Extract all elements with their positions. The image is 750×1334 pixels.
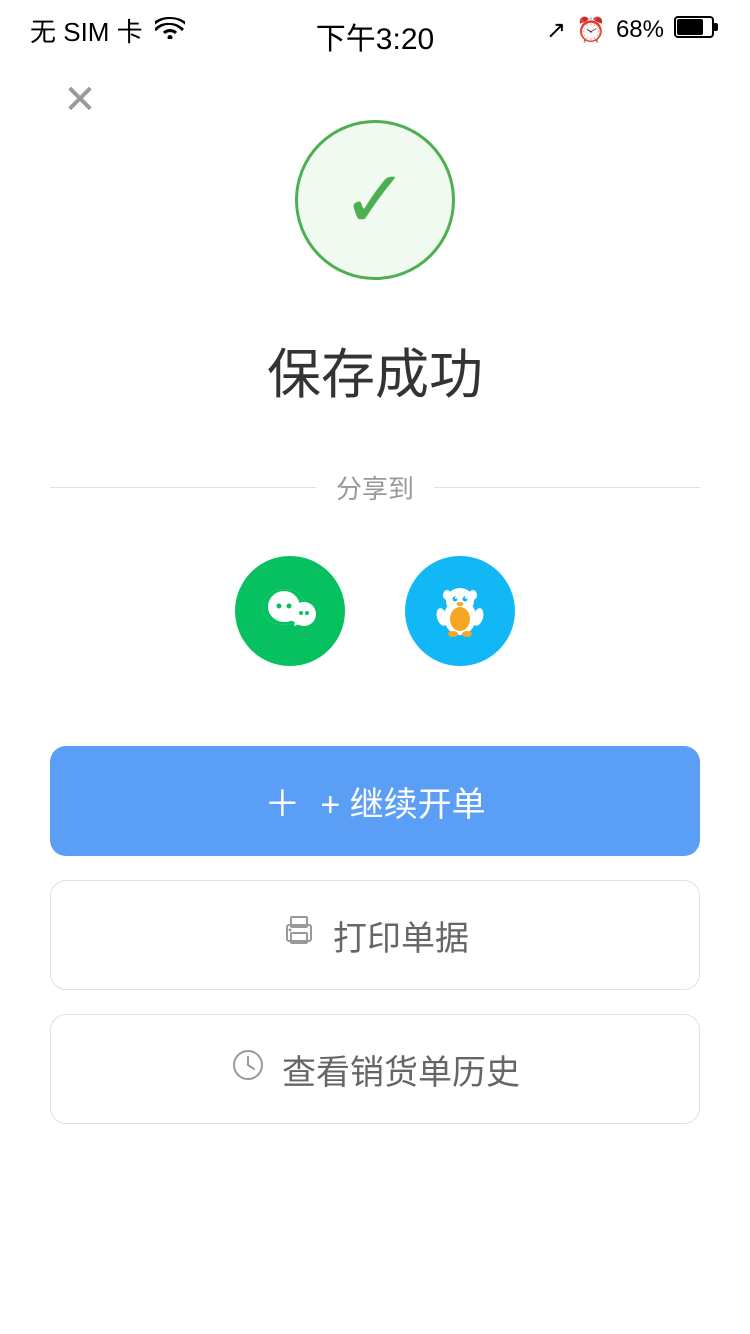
print-label: 打印单据 — [333, 911, 469, 960]
print-button[interactable]: 打印单据 — [50, 880, 700, 990]
alarm-icon: ⏰ — [576, 16, 606, 45]
status-time: 下午3:20 — [316, 14, 434, 58]
divider-left — [50, 487, 316, 488]
continue-button[interactable]: ＋ + 继续开单 — [50, 746, 700, 856]
close-button[interactable]: ✕ — [50, 70, 110, 130]
plus-icon: ＋ — [264, 775, 300, 827]
status-bar: 无 SIM 卡 下午3:20 ↗ ⏰ 68% — [0, 0, 750, 60]
checkmark-icon: ✓ — [341, 160, 408, 240]
history-label: 查看销货单历史 — [282, 1045, 520, 1094]
qq-icon — [430, 581, 490, 641]
clock-icon — [230, 1047, 266, 1092]
continue-label: + 继续开单 — [320, 777, 485, 826]
close-icon: ✕ — [63, 77, 97, 123]
success-circle: ✓ — [295, 120, 455, 280]
share-label: 分享到 — [336, 469, 414, 506]
main-content: ✓ 保存成功 分享到 — [0, 60, 750, 1124]
status-left: 无 SIM 卡 — [30, 12, 185, 49]
share-icons — [50, 556, 700, 666]
actions: ＋ + 继续开单 打印单据 查看销货单历史 — [0, 746, 750, 1124]
printer-icon — [281, 913, 317, 958]
wechat-share-button[interactable] — [235, 556, 345, 666]
status-right: ↗ ⏰ 68% — [546, 15, 720, 46]
battery-icon — [674, 15, 720, 46]
wechat-icon — [258, 579, 323, 644]
no-sim-label: 无 SIM 卡 — [30, 12, 143, 49]
share-section: 分享到 — [0, 469, 750, 666]
wifi-icon — [155, 15, 185, 46]
battery-label: 68% — [616, 16, 664, 44]
divider-right — [434, 487, 700, 488]
success-title: 保存成功 — [267, 330, 483, 409]
qq-share-button[interactable] — [405, 556, 515, 666]
history-button[interactable]: 查看销货单历史 — [50, 1014, 700, 1124]
location-icon: ↗ — [546, 16, 566, 45]
share-divider: 分享到 — [50, 469, 700, 506]
